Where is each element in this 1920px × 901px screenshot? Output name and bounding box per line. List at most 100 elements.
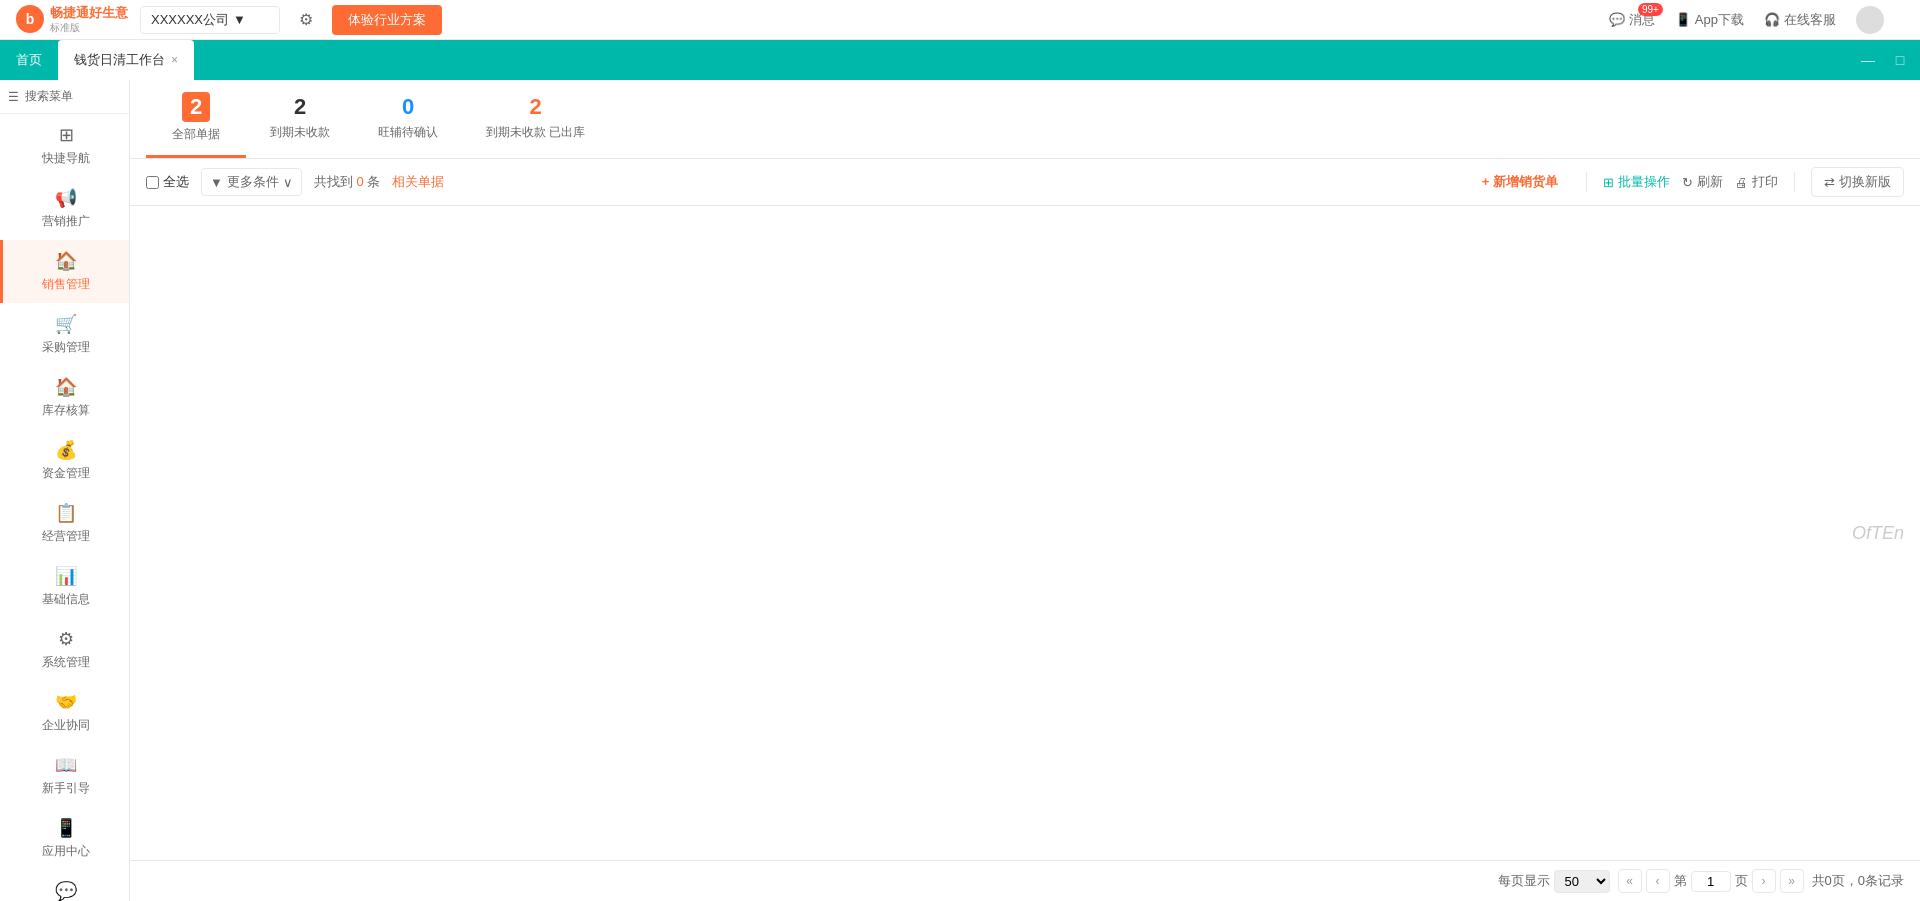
corp-icon: 🤝 — [55, 691, 77, 713]
system-icon: ⚙ — [58, 628, 74, 650]
batch-label: 批量操作 — [1618, 173, 1670, 191]
basic-icon: 📊 — [55, 565, 77, 587]
sidebar-item-app-center[interactable]: 📱 应用中心 — [0, 807, 129, 870]
pagination-bar: 每页显示 50 100 200 « ‹ 第 页 › » 共0页，0条记录 — [130, 860, 1920, 901]
sidebar-item-corp[interactable]: 🤝 企业协同 — [0, 681, 129, 744]
trial-button[interactable]: 体验行业方案 — [332, 5, 442, 35]
prev-page-button[interactable]: ‹ — [1646, 869, 1670, 893]
sidebar-item-purchase[interactable]: 🛒 采购管理 — [0, 303, 129, 366]
purchase-icon: 🛒 — [55, 313, 77, 335]
toolbar: 全选 ▼ 更多条件 ∨ 共找到 0 条 相关单据 + 新增销货单 ⊞ 批量操作 — [130, 159, 1920, 206]
related-label[interactable]: 相关单据 — [392, 173, 444, 191]
operation-icon: 📋 — [55, 502, 77, 524]
inventory-icon: 🏠 — [55, 376, 77, 398]
sidebar-label-inventory: 库存核算 — [42, 402, 90, 419]
sidebar-label-marketing: 营销推广 — [42, 213, 90, 230]
avatar[interactable] — [1856, 6, 1884, 34]
main-layout: ☰ 搜索菜单 ⊞ 快捷导航 📢 营销推广 🏠 销售管理 🛒 采购管理 🏠 库存核… — [0, 80, 1920, 901]
new-order-button[interactable]: + 新增销货单 — [1470, 168, 1570, 196]
stat-tab-wangwang[interactable]: 0 旺辅待确认 — [354, 80, 462, 158]
search-menu-label: 搜索菜单 — [25, 88, 73, 105]
filter-label: 更多条件 — [227, 173, 279, 191]
sidebar-label-purchase: 采购管理 — [42, 339, 90, 356]
sidebar-label-system: 系统管理 — [42, 654, 90, 671]
print-button[interactable]: 🖨 打印 — [1735, 173, 1778, 191]
tab-bar: 首页 钱货日清工作台 × — □ — [0, 40, 1920, 80]
main-content: 2 全部单据 2 到期未收款 0 旺辅待确认 2 到期未收款 已出库 全选 — [130, 80, 1920, 901]
stat-num-overdue: 2 — [294, 94, 306, 120]
sidebar-label-quick-nav: 快捷导航 — [42, 150, 90, 167]
app-download-button[interactable]: 📱 App下载 — [1675, 11, 1744, 29]
stat-tab-all[interactable]: 2 全部单据 — [146, 80, 246, 158]
found-count: 0 — [357, 174, 364, 189]
sidebar-label-basic: 基础信息 — [42, 591, 90, 608]
sidebar-label-operation: 经营管理 — [42, 528, 90, 545]
sidebar-label-fund: 资金管理 — [42, 465, 90, 482]
company-selector[interactable]: XXXXXX公司 ▼ — [140, 6, 280, 34]
select-all-checkbox[interactable]: 全选 — [146, 173, 189, 191]
stat-num-overdue-out: 2 — [530, 94, 542, 120]
tab-home[interactable]: 首页 — [0, 40, 58, 80]
found-text: 共找到 0 条 — [314, 173, 380, 191]
print-icon: 🖨 — [1735, 175, 1748, 190]
top-header: b 畅捷通好生意 标准版 XXXXXX公司 ▼ ⚙ 体验行业方案 💬 消息 99… — [0, 0, 1920, 40]
sidebar-item-fund[interactable]: 💰 资金管理 — [0, 429, 129, 492]
sidebar-item-marketing[interactable]: 📢 营销推广 — [0, 177, 129, 240]
tab-close-icon[interactable]: × — [171, 53, 178, 67]
per-page-select[interactable]: 50 100 200 — [1554, 870, 1610, 893]
sidebar-item-basic[interactable]: 📊 基础信息 — [0, 555, 129, 618]
select-all-label: 全选 — [163, 173, 189, 191]
online-service-label: 在线客服 — [1784, 11, 1836, 29]
sidebar-item-operation[interactable]: 📋 经营管理 — [0, 492, 129, 555]
sidebar-item-guide[interactable]: 📖 新手引导 — [0, 744, 129, 807]
first-page-button[interactable]: « — [1618, 869, 1642, 893]
sidebar-label-sales: 销售管理 — [42, 276, 90, 293]
stat-tab-overdue-out[interactable]: 2 到期未收款 已出库 — [462, 80, 609, 158]
promo-icon: 📢 — [55, 187, 77, 209]
settings-button[interactable]: ⚙ — [292, 6, 320, 34]
home-tab-label: 首页 — [16, 51, 42, 69]
fund-icon: 💰 — [55, 439, 77, 461]
app-center-icon: 📱 — [55, 817, 77, 839]
page-input[interactable] — [1691, 871, 1731, 892]
batch-icon: ⊞ — [1603, 175, 1614, 190]
refresh-button[interactable]: ↻ 刷新 — [1682, 173, 1723, 191]
stat-tab-overdue[interactable]: 2 到期未收款 — [246, 80, 354, 158]
tab-minimize-button[interactable]: — — [1856, 48, 1880, 72]
logo-sub-text: 标准版 — [50, 21, 128, 34]
message-button[interactable]: 💬 消息 99+ — [1609, 11, 1655, 29]
filter-button[interactable]: ▼ 更多条件 ∨ — [201, 168, 302, 196]
found-prefix: 共找到 — [314, 174, 353, 189]
message-badge: 99+ — [1638, 3, 1663, 16]
table-area: OfTEn — [130, 206, 1920, 860]
chevron-filter-icon: ∨ — [283, 175, 293, 190]
sidebar-item-quick-nav[interactable]: ⊞ 快捷导航 — [0, 114, 129, 177]
filter-icon: ▼ — [210, 175, 223, 190]
page-size-selector: 每页显示 50 100 200 — [1498, 870, 1610, 893]
sidebar-search[interactable]: ☰ 搜索菜单 — [0, 80, 129, 114]
stat-label-overdue: 到期未收款 — [270, 124, 330, 141]
divider2 — [1794, 172, 1795, 192]
tab-bar-actions: — □ — [1856, 48, 1920, 72]
print-label: 打印 — [1752, 173, 1778, 191]
sidebar-item-system[interactable]: ⚙ 系统管理 — [0, 618, 129, 681]
tab-maximize-button[interactable]: □ — [1888, 48, 1912, 72]
switch-new-button[interactable]: ⇄ 切换新版 — [1811, 167, 1904, 197]
stat-label-overdue-out: 到期未收款 已出库 — [486, 124, 585, 141]
switch-label: 切换新版 — [1839, 173, 1891, 191]
nav-icon: ⊞ — [59, 124, 74, 146]
select-all-input[interactable] — [146, 176, 159, 189]
last-page-button[interactable]: » — [1780, 869, 1804, 893]
next-page-button[interactable]: › — [1752, 869, 1776, 893]
tab-active[interactable]: 钱货日清工作台 × — [58, 40, 194, 80]
batch-button[interactable]: ⊞ 批量操作 — [1603, 173, 1670, 191]
sidebar-item-inventory[interactable]: 🏠 库存核算 — [0, 366, 129, 429]
total-label: 共0页，0条记录 — [1812, 872, 1904, 890]
refresh-label: 刷新 — [1697, 173, 1723, 191]
active-tab-label: 钱货日清工作台 — [74, 51, 165, 69]
sidebar-item-wechat[interactable]: 💬 企业微信 — [0, 870, 129, 901]
sidebar-item-sales[interactable]: 🏠 销售管理 — [0, 240, 129, 303]
stat-num-all: 2 — [182, 92, 210, 122]
online-service-button[interactable]: 🎧 在线客服 — [1764, 11, 1836, 29]
refresh-icon: ↻ — [1682, 175, 1693, 190]
